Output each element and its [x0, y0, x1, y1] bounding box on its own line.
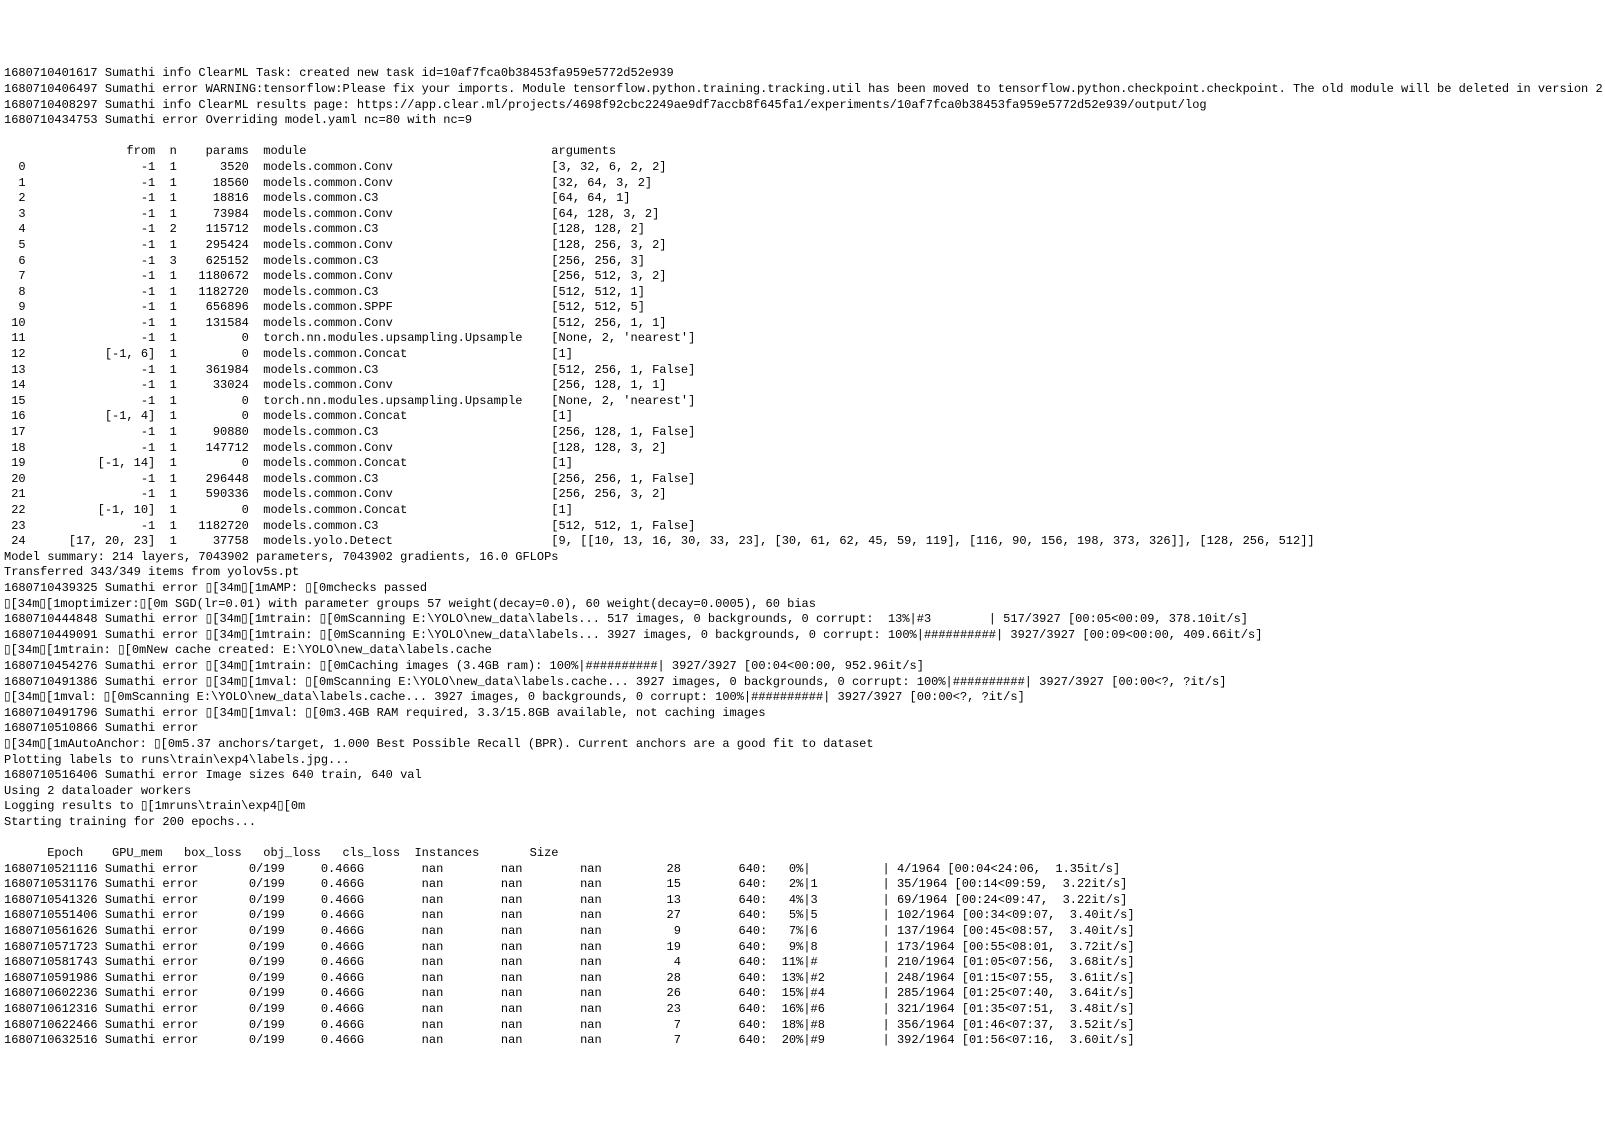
- console-output: 1680710401617 Sumathi info ClearML Task:…: [4, 66, 1601, 1048]
